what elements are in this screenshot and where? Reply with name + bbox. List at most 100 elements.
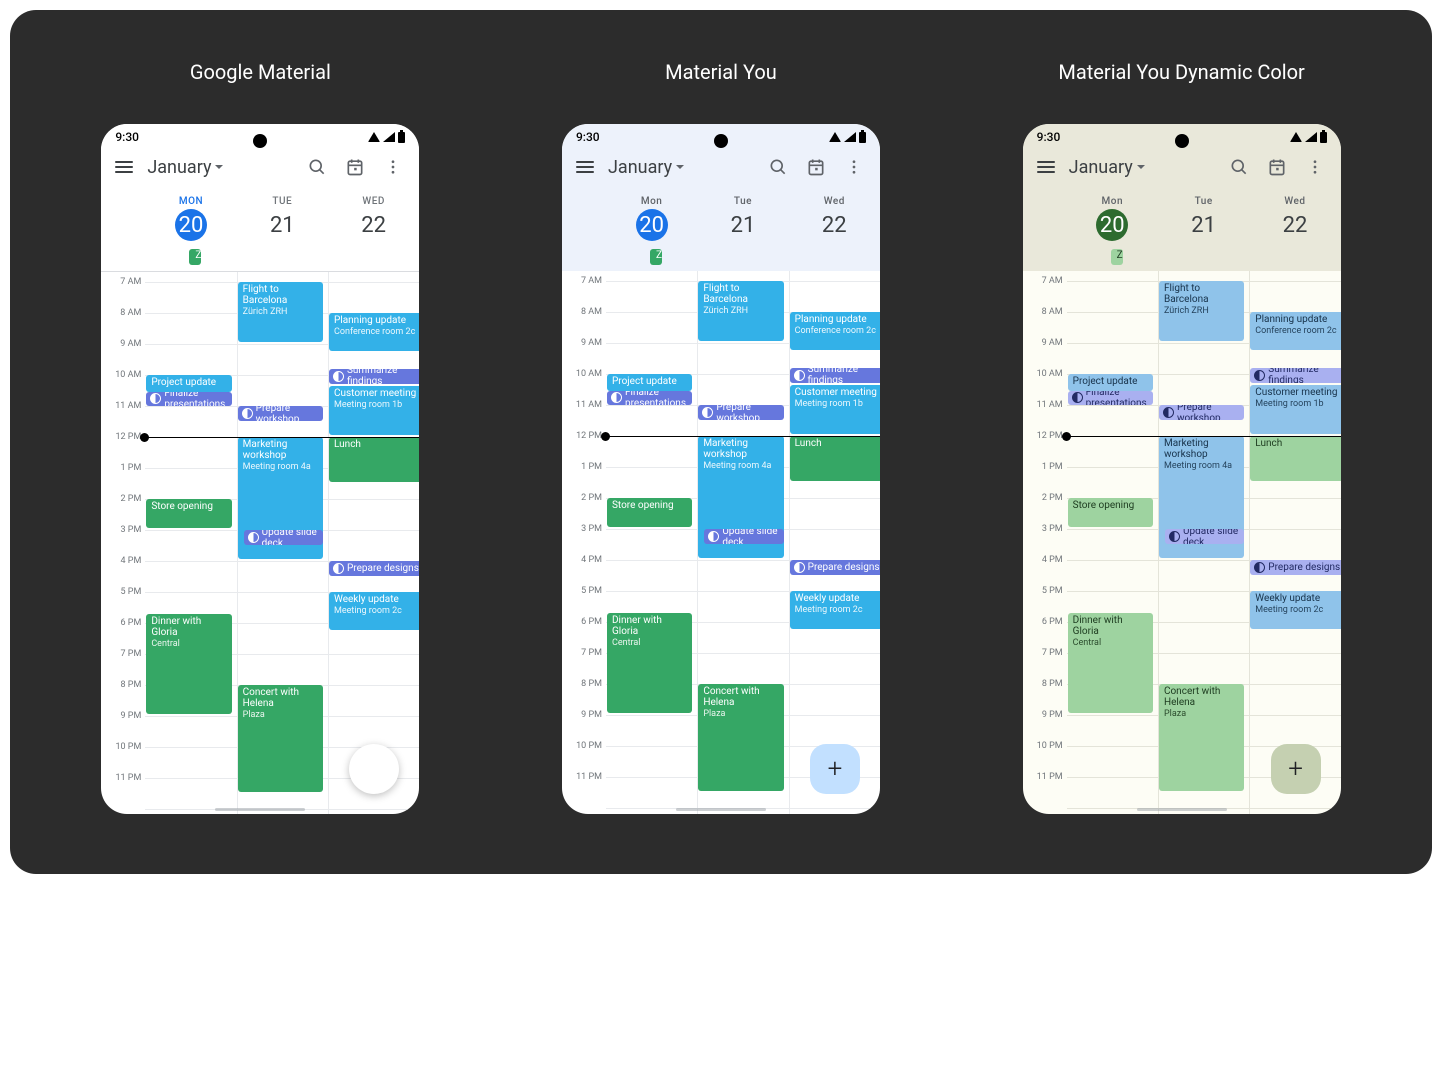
day-column-header[interactable]: Mon 20 [1067,190,1158,249]
calendar-event[interactable]: Flight to BarcelonaZürich ZRH [238,282,323,342]
hour-label: 4 PM [1023,555,1063,565]
calendar-event[interactable]: Dinner with GloriaCentral [1068,613,1153,713]
calendar-event[interactable]: Flight to BarcelonaZürich ZRH [1159,281,1244,341]
calendar-event[interactable]: Project update [607,374,692,391]
status-bar: 9:30 [1023,124,1341,144]
day-column-header[interactable]: Tue 21 [1158,190,1249,249]
hour-label: 2 PM [1023,493,1063,503]
calendar-event[interactable]: Prepare workshop [1159,405,1244,420]
calendar-event[interactable]: Customer meetingMeeting room 1b [790,385,880,434]
hour-label: 7 PM [101,649,141,659]
day-column-header[interactable]: Mon 20 [606,190,697,249]
day-column-header[interactable]: Wed 22 [789,190,880,249]
event-title: Weekly update [334,594,399,605]
calendar-event[interactable]: Summarize findings [1250,368,1340,383]
calendar-event[interactable]: Flight to BarcelonaZürich ZRH [698,281,783,341]
calendar-event[interactable]: Concert with HelenaPlaza [698,684,783,791]
calendar-event[interactable]: Planning updateConference room 2c [1250,312,1340,350]
create-event-button[interactable]: + [1271,744,1321,794]
menu-icon[interactable] [576,161,594,173]
day-of-week: Wed [1249,196,1340,207]
calendar-grid[interactable]: 7 AM8 AM9 AM10 AM11 AM12 PM1 PM2 PM3 PM4… [562,271,880,814]
day-column-header[interactable]: Wed 22 [328,190,419,249]
hour-label: 11 PM [101,773,141,783]
event-title: Lunch [334,439,361,450]
calendar-event[interactable]: Prepare workshop [698,405,783,420]
calendar-event[interactable]: Summarize findings [329,369,419,384]
calendar-event[interactable]: Update slide deck [244,530,323,545]
allday-event[interactable]: Zürich design days [1111,249,1123,265]
calendar-event[interactable]: Project update [1068,374,1153,391]
app-bar: January [101,144,419,190]
calendar-event[interactable]: Project update [146,375,231,392]
battery-icon [859,132,866,143]
menu-icon[interactable] [115,161,133,173]
calendar-event[interactable]: Update slide deck [1165,529,1244,544]
month-picker[interactable]: January [608,157,684,178]
signal-icon [844,132,856,142]
day-column-header[interactable]: Tue 21 [697,190,788,249]
menu-icon[interactable] [1037,161,1055,173]
hour-label: 5 PM [101,587,141,597]
day-of-week: Tue [1158,196,1249,207]
search-icon[interactable] [766,155,790,179]
calendar-event[interactable]: Weekly updateMeeting room 2c [1250,591,1340,629]
event-title: Flight to Barcelona [243,284,288,306]
day-column-header[interactable]: Wed 22 [1249,190,1340,249]
month-picker[interactable]: January [1069,157,1145,178]
calendar-event[interactable]: Planning updateConference room 2c [790,312,880,350]
calendar-event[interactable]: Finalize presentations [1068,391,1153,405]
calendar-event[interactable]: Dinner with GloriaCentral [146,614,231,714]
calendar-event[interactable]: Finalize presentations [607,391,692,405]
calendar-event[interactable]: Prepare designs [790,560,880,575]
calendar-event[interactable]: Concert with HelenaPlaza [1159,684,1244,791]
calendar-event[interactable]: Prepare designs [1250,560,1340,575]
calendar-event[interactable]: Prepare designs [329,561,419,576]
calendar-event[interactable]: Lunch [1250,436,1340,481]
more-icon[interactable] [842,155,866,179]
today-icon[interactable] [343,155,367,179]
calendar-event[interactable]: Concert with HelenaPlaza [238,685,323,792]
calendar-grid[interactable]: 7 AM8 AM9 AM10 AM11 AM12 PM1 PM2 PM3 PM4… [101,271,419,814]
calendar-event[interactable]: Prepare workshop [238,406,323,421]
today-icon[interactable] [1265,155,1289,179]
event-location: Conference room 2c [334,327,415,337]
hour-label: 2 PM [562,493,602,503]
search-icon[interactable] [1227,155,1251,179]
day-column-header[interactable]: Tue 21 [237,190,328,249]
status-bar: 9:30 [101,124,419,144]
allday-event[interactable]: Zürich design days [189,249,201,265]
calendar-event[interactable]: Summarize findings [790,368,880,383]
calendar-event[interactable]: Store opening [146,499,231,528]
event-location: Meeting room 1b [334,400,402,410]
create-event-button[interactable]: + [810,744,860,794]
calendar-event[interactable]: Customer meetingMeeting room 1b [1250,385,1340,434]
day-column-header[interactable]: Mon 20 [145,190,236,249]
event-title: Customer meeting [334,388,416,399]
calendar-event[interactable]: Planning updateConference room 2c [329,313,419,351]
calendar-event[interactable]: Store opening [607,498,692,527]
hour-label: 9 AM [1023,338,1063,348]
more-icon[interactable] [1303,155,1327,179]
allday-event[interactable]: Zürich design days [650,249,662,265]
day-header: Mon 20 Tue 21 Wed 22 [562,190,880,249]
more-icon[interactable] [381,155,405,179]
calendar-event[interactable]: Update slide deck [704,529,783,544]
calendar-event[interactable]: Weekly updateMeeting room 2c [329,592,419,630]
calendar-event[interactable]: Weekly updateMeeting room 2c [790,591,880,629]
month-picker[interactable]: January [147,157,223,178]
create-event-button[interactable]: + [349,744,399,794]
event-title: Dinner with Gloria [151,616,201,638]
search-icon[interactable] [305,155,329,179]
calendar-event[interactable]: Finalize presentations [146,392,231,406]
calendar-event[interactable]: Lunch [329,437,419,482]
calendar-grid[interactable]: 7 AM8 AM9 AM10 AM11 AM12 PM1 PM2 PM3 PM4… [1023,271,1341,814]
event-title: Concert with Helena [1164,686,1220,708]
today-icon[interactable] [804,155,828,179]
calendar-event[interactable]: Store opening [1068,498,1153,527]
now-indicator [606,436,880,437]
calendar-event[interactable]: Dinner with GloriaCentral [607,613,692,713]
calendar-event[interactable]: Customer meetingMeeting room 1b [329,386,419,435]
calendar-event[interactable]: Lunch [790,436,880,481]
allday-row: Zürich design days [101,249,419,271]
